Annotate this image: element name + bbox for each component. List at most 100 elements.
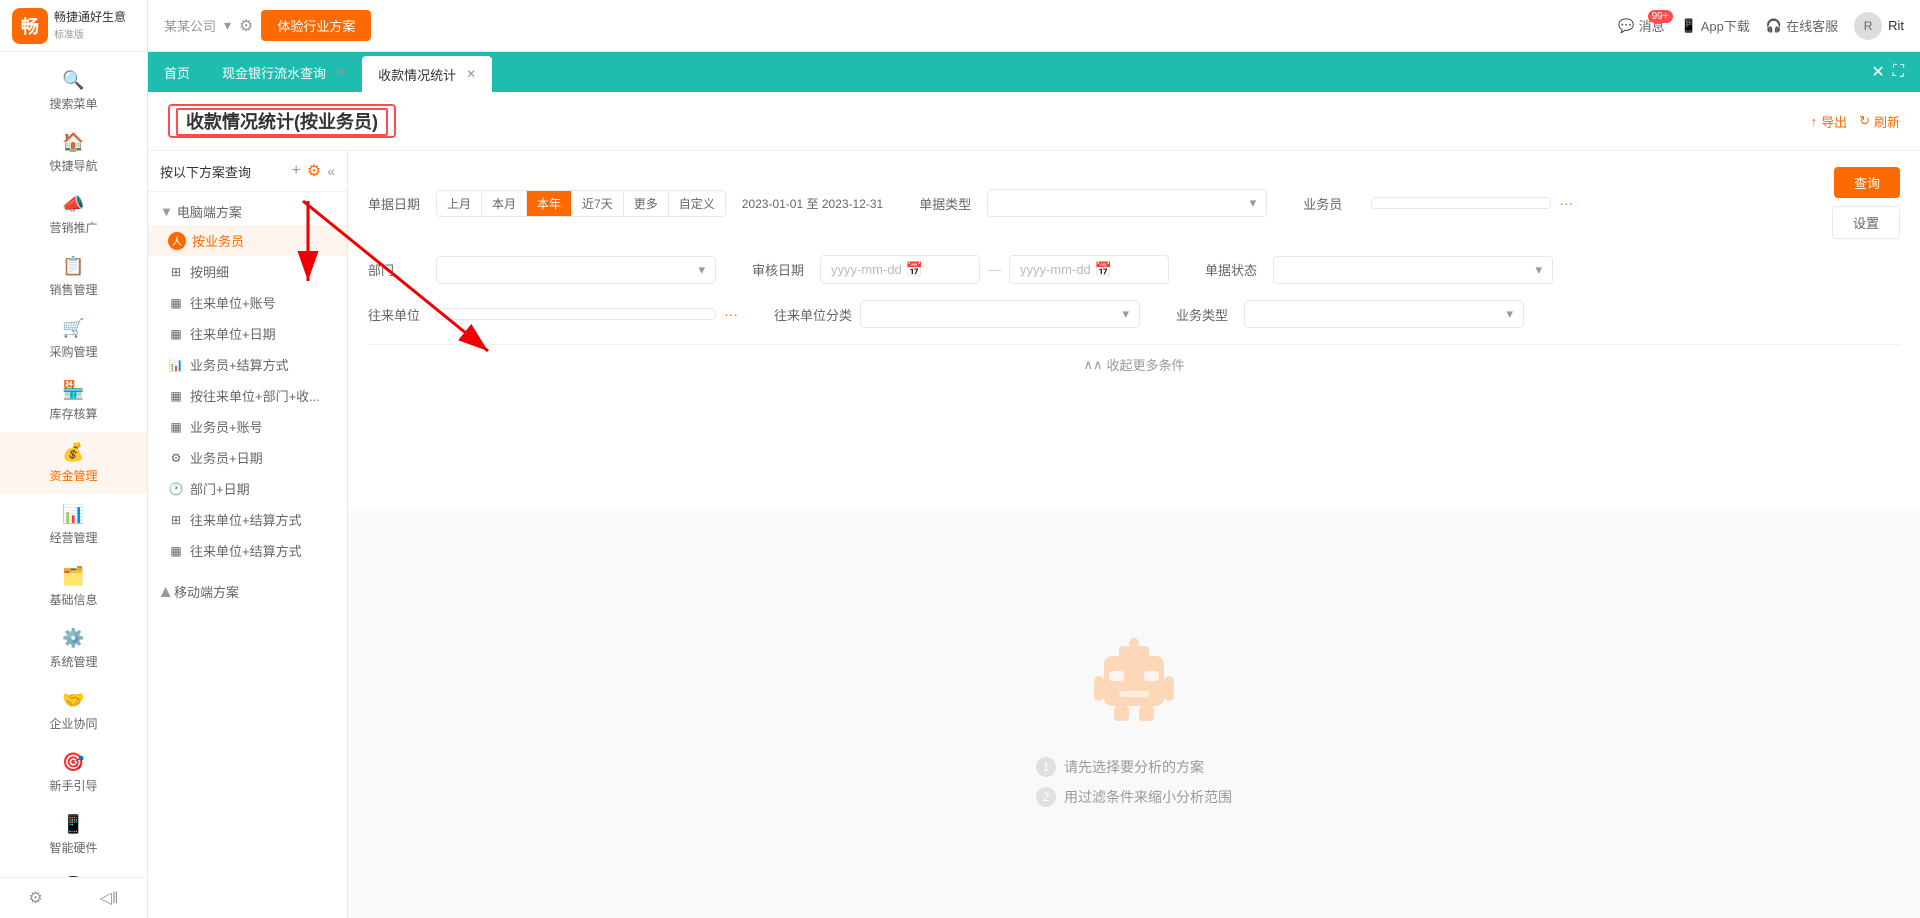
- message-badge: 99+: [1648, 10, 1673, 23]
- sidebar-item-销售管理[interactable]: 📋 销售管理: [0, 246, 147, 308]
- sidebar-item-企业协同[interactable]: 🤝 企业协同: [0, 680, 147, 742]
- scheme-item-partner-account-label: 往来单位+账号: [190, 293, 276, 312]
- query-button[interactable]: 查询: [1834, 167, 1900, 198]
- audit-date-end-input[interactable]: yyyy-mm-dd 📅: [1009, 255, 1169, 284]
- group-mobile-arrow-icon: ▶: [157, 587, 173, 597]
- scheme-item-partner-settle-2-label: 往来单位+结算方式: [190, 541, 302, 560]
- record-type-select[interactable]: ▾: [987, 189, 1267, 217]
- nav-label: 库存核算: [49, 405, 97, 422]
- set-button[interactable]: 设置: [1832, 206, 1900, 239]
- date-tab-last-month[interactable]: 上月: [437, 191, 482, 216]
- sidebar-item-系统管理[interactable]: ⚙️ 系统管理: [0, 618, 147, 680]
- sales-rep-select[interactable]: [1371, 197, 1551, 209]
- footer-collapse-icon[interactable]: ◁‖: [100, 888, 119, 908]
- scheme-item-salesperson[interactable]: 人 按业务员: [148, 225, 347, 256]
- online-service-icon: 🎧: [1766, 18, 1782, 34]
- tip-num-1: 1: [1036, 757, 1056, 777]
- partner-more-button[interactable]: ···: [724, 306, 738, 322]
- collapse-bar[interactable]: ∧∧ 收起更多条件: [368, 344, 1900, 384]
- business-type-select[interactable]: ▾: [1244, 300, 1524, 328]
- export-button[interactable]: ↑ 导出: [1811, 112, 1848, 131]
- tip-num-2: 2: [1036, 787, 1056, 807]
- sidebar-item-快捷导航[interactable]: 🏠 快捷导航: [0, 122, 147, 184]
- app-download-icon: 📱: [1681, 18, 1697, 34]
- scheme-item-sales-account-label: 业务员+账号: [190, 417, 263, 436]
- nav-icon: 🎯: [62, 752, 84, 773]
- tab-bank[interactable]: 现金银行流水查询 ✕: [206, 52, 362, 92]
- sidebar-item-基础信息[interactable]: 🗂️ 基础信息: [0, 556, 147, 618]
- online-service-area[interactable]: 🎧 在线客服: [1766, 16, 1838, 35]
- message-icon: 💬: [1618, 18, 1634, 34]
- tab-bar-right: ✕ ⛶: [1871, 62, 1920, 82]
- user-area[interactable]: R Rit: [1854, 12, 1904, 40]
- date-tab-this-year[interactable]: 本年: [527, 191, 572, 216]
- date-tab-this-month[interactable]: 本月: [482, 191, 527, 216]
- message-area[interactable]: 💬 消息 99+: [1618, 16, 1664, 35]
- trial-button[interactable]: 体验行业方案: [261, 10, 371, 41]
- scheme-item-bar-icon: 📊: [168, 357, 184, 373]
- nav-icon: ⚙️: [62, 628, 84, 649]
- audit-date-start-input[interactable]: yyyy-mm-dd 📅: [820, 255, 980, 284]
- partner-select[interactable]: [436, 308, 716, 320]
- nav-icon: 📊: [62, 504, 84, 525]
- filter-partner-category-label: 往来单位分类: [774, 305, 852, 324]
- nav-label: 采购管理: [49, 343, 97, 360]
- filter-sales-rep-label: 业务员: [1303, 194, 1363, 213]
- date-tab-custom[interactable]: 自定义: [669, 191, 725, 216]
- tab-collection[interactable]: 收款情况统计 ✕: [362, 56, 492, 92]
- app-download-area[interactable]: 📱 App下载: [1681, 16, 1750, 35]
- tab-collection-close[interactable]: ✕: [466, 67, 476, 81]
- partner-category-select[interactable]: ▾: [860, 300, 1140, 328]
- scheme-collapse-button[interactable]: «: [327, 163, 335, 179]
- sidebar: 畅 畅捷通好生意 标准版 🔍 搜索菜单🏠 快捷导航📣 营销推广📋 销售管理🛒 采…: [0, 0, 148, 918]
- scheme-item-partner-date[interactable]: ▦ 往来单位+日期: [148, 318, 347, 349]
- scheme-group-desktop-header[interactable]: ▼ 电脑端方案: [148, 198, 347, 225]
- sidebar-item-新手引导[interactable]: 🎯 新手引导: [0, 742, 147, 804]
- expand-button[interactable]: ▾: [224, 17, 231, 34]
- scheme-item-sales-account[interactable]: ▦ 业务员+账号: [148, 411, 347, 442]
- scheme-settings-button[interactable]: ⚙: [307, 161, 321, 181]
- scheme-add-button[interactable]: +: [292, 162, 301, 180]
- tab-home[interactable]: 首页: [148, 52, 206, 92]
- sidebar-item-资金管理[interactable]: 💰 资金管理: [0, 432, 147, 494]
- window-close-btn[interactable]: ✕: [1871, 62, 1884, 82]
- scheme-item-sales-settle[interactable]: 📊 业务员+结算方式: [148, 349, 347, 380]
- scheme-item-partner-dept[interactable]: ▦ 按往来单位+部门+收...: [148, 380, 347, 411]
- scheme-group-mobile-header[interactable]: ▶ 移动端方案: [148, 578, 347, 605]
- scheme-item-sales-date[interactable]: ⚙ 业务员+日期: [148, 442, 347, 473]
- sidebar-item-智能硬件[interactable]: 📱 智能硬件: [0, 804, 147, 866]
- sidebar-item-搜索菜单[interactable]: 🔍 搜索菜单: [0, 60, 147, 122]
- dept-select[interactable]: ▾: [436, 256, 716, 284]
- date-tab-more[interactable]: 更多: [624, 191, 669, 216]
- filter-record-type-label: 单据类型: [919, 194, 979, 213]
- scheme-item-partner-account[interactable]: ▦ 往来单位+账号: [148, 287, 347, 318]
- scheme-item-detail[interactable]: ⊞ 按明细: [148, 256, 347, 287]
- scheme-item-partner-settle-2[interactable]: ▦ 往来单位+结算方式: [148, 535, 347, 566]
- footer-settings-icon[interactable]: ⚙: [28, 888, 42, 908]
- query-buttons: 查询 设置: [1832, 167, 1900, 239]
- sidebar-logo: 畅 畅捷通好生意 标准版: [0, 0, 147, 52]
- record-status-select[interactable]: ▾: [1273, 256, 1553, 284]
- scheme-item-partner-settle-1[interactable]: ⊞ 往来单位+结算方式: [148, 504, 347, 535]
- refresh-button[interactable]: ↻ 刷新: [1859, 112, 1900, 131]
- sidebar-item-库存核算[interactable]: 🏪 库存核算: [0, 370, 147, 432]
- page-header: 收款情况统计(按业务员) ↑ 导出 ↻ 刷新: [148, 92, 1920, 151]
- topbar-settings-button[interactable]: ⚙: [239, 16, 253, 36]
- nav-label: 新手引导: [49, 777, 97, 794]
- sidebar-item-企业微信[interactable]: 💬 企业微信: [0, 866, 147, 877]
- app-logo-icon: 畅: [12, 8, 48, 44]
- sidebar-item-经营管理[interactable]: 📊 经营管理: [0, 494, 147, 556]
- tab-bank-close[interactable]: ✕: [336, 65, 346, 79]
- empty-tip-1: 1 请先选择要分析的方案: [1036, 757, 1232, 777]
- sales-rep-more-button[interactable]: ···: [1559, 195, 1573, 211]
- filter-sales-rep-item: 业务员 ···: [1303, 194, 1573, 213]
- date-tab-7days[interactable]: 近7天: [572, 191, 624, 216]
- scheme-item-grid-icon: ⊞: [168, 264, 184, 280]
- sidebar-item-营销推广[interactable]: 📣 营销推广: [0, 184, 147, 246]
- window-maximize-btn[interactable]: ⛶: [1893, 63, 1904, 81]
- filter-dept-label: 部门: [368, 260, 428, 279]
- filter-date-item: 单据日期 上月 本月 本年 近7天 更多 自定义 2023-01-01 至 20…: [368, 190, 883, 217]
- scheme-item-dept-date[interactable]: 🕐 部门+日期: [148, 473, 347, 504]
- filter-dept-item: 部门 ▾: [368, 256, 716, 284]
- sidebar-item-采购管理[interactable]: 🛒 采购管理: [0, 308, 147, 370]
